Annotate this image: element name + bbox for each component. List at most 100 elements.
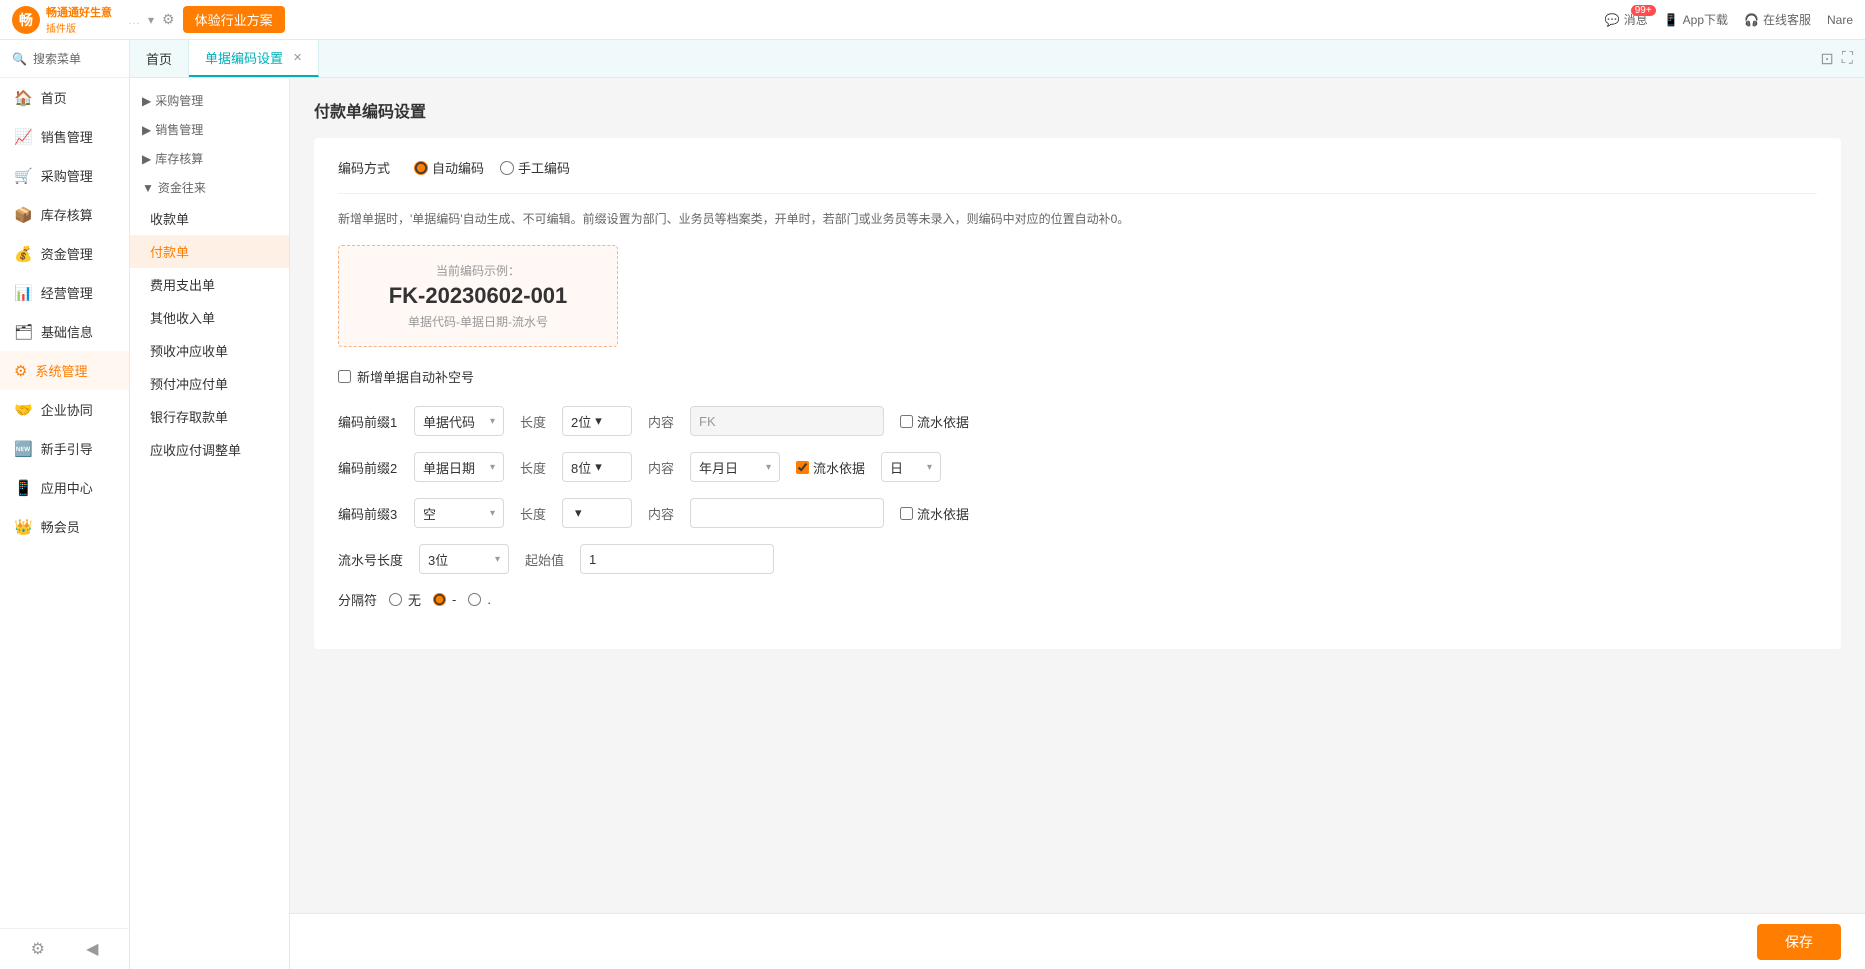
sub-item-advance-receivable[interactable]: 预收冲应收单 bbox=[130, 334, 289, 367]
sub-item-payment[interactable]: 付款单 bbox=[130, 235, 289, 268]
sidebar: 🔍 搜索菜单 🏠 首页 📈 销售管理 🛒 采购管理 📦 库存核算 💰 资金管理 … bbox=[0, 40, 130, 969]
tab-close-icon[interactable]: ✕ bbox=[293, 51, 302, 64]
sidebar-item-member[interactable]: 👑 畅会员 bbox=[0, 507, 129, 546]
sub-purchase-arrow: ▶ bbox=[142, 94, 151, 108]
sidebar-collapse-icon[interactable]: ◀ bbox=[86, 939, 98, 959]
sidebar-item-purchase[interactable]: 🛒 采购管理 bbox=[0, 156, 129, 195]
user-info[interactable]: Nare bbox=[1827, 13, 1853, 27]
serial-length-label: 流水号长度 bbox=[338, 550, 403, 569]
prefix2-length-select[interactable]: 8位 ▾ bbox=[562, 452, 632, 482]
sidebar-item-system[interactable]: ⚙ 系统管理 bbox=[0, 351, 129, 390]
prefix3-content-input[interactable] bbox=[690, 498, 884, 528]
sub-group-sales[interactable]: ▶ 销售管理 bbox=[130, 115, 289, 144]
sub-group-purchase[interactable]: ▶ 采购管理 bbox=[130, 86, 289, 115]
prefix2-stream-checkbox[interactable] bbox=[796, 461, 809, 474]
sep-dash-input[interactable] bbox=[433, 593, 446, 606]
prefix2-cycle-select[interactable]: 日 ▾ bbox=[881, 452, 941, 482]
serial-start-input[interactable] bbox=[580, 544, 774, 574]
sidebar-item-apps[interactable]: 📱 应用中心 bbox=[0, 468, 129, 507]
sub-item-bank-deposit[interactable]: 银行存取款单 bbox=[130, 400, 289, 433]
top-bar: 畅 畅通通好生意 插件版 … ▾ ⚙ 体验行业方案 💬 消息 99+ 📱 App… bbox=[0, 0, 1865, 40]
prefix3-row: 编码前缀3 空 ▾ 长度 ▾ 内容 bbox=[338, 498, 1817, 528]
prefix1-length-select[interactable]: 2位 ▾ bbox=[562, 406, 632, 436]
page-content: 付款单编码设置 编码方式 自动编码 bbox=[290, 78, 1865, 913]
separator-row: 分隔符 无 - . bbox=[338, 590, 1817, 609]
sub-item-expense[interactable]: 费用支出单 bbox=[130, 268, 289, 301]
sidebar-item-inventory[interactable]: 📦 库存核算 bbox=[0, 195, 129, 234]
prefix1-select[interactable]: 单据代码 ▾ bbox=[414, 406, 504, 436]
settings-icon[interactable]: ⚙ bbox=[162, 11, 175, 28]
sep-none-radio[interactable]: 无 bbox=[389, 590, 421, 609]
prefix2-content-select[interactable]: 年月日 ▾ bbox=[690, 452, 780, 482]
sub-group-inventory[interactable]: ▶ 库存核算 bbox=[130, 144, 289, 173]
sales-icon: 📈 bbox=[14, 128, 33, 146]
sidebar-item-sales[interactable]: 📈 销售管理 bbox=[0, 117, 129, 156]
logo-area: 畅 畅通通好生意 插件版 bbox=[12, 4, 112, 35]
download-icon: 📱 bbox=[1664, 13, 1679, 27]
page-title: 付款单编码设置 bbox=[314, 98, 1841, 122]
sub-item-advance-payable[interactable]: 预付冲应付单 bbox=[130, 367, 289, 400]
auto-fill-checkbox[interactable] bbox=[338, 370, 351, 383]
serial-start-label: 起始值 bbox=[525, 550, 564, 569]
preview-label: 当前编码示例： bbox=[363, 262, 593, 279]
sidebar-item-enterprise[interactable]: 🤝 企业协同 bbox=[0, 390, 129, 429]
trial-btn[interactable]: 体验行业方案 bbox=[183, 6, 285, 33]
sep-dot-radio[interactable]: . bbox=[468, 592, 491, 607]
prefix3-select[interactable]: 空 ▾ bbox=[414, 498, 504, 528]
prefix1-len-arrow-icon: ▾ bbox=[595, 413, 602, 429]
sidebar-bottom: ⚙ ◀ bbox=[0, 928, 129, 969]
logo-icon: 畅 bbox=[12, 6, 40, 34]
sidebar-item-home[interactable]: 🏠 首页 bbox=[0, 78, 129, 117]
page-wrapper: 付款单编码设置 编码方式 自动编码 bbox=[290, 78, 1865, 969]
sub-group-capital[interactable]: ▼ 资金往来 bbox=[130, 173, 289, 202]
sidebar-settings-icon[interactable]: ⚙ bbox=[31, 939, 45, 959]
sub-item-adjustment[interactable]: 应收应付调整单 bbox=[130, 433, 289, 466]
prefix1-stream-checkbox[interactable] bbox=[900, 415, 913, 428]
tab-home[interactable]: 首页 bbox=[130, 40, 189, 77]
content-area: ▶ 采购管理 ▶ 销售管理 ▶ 库存核算 ▼ 资金往来 收款单 付款单 费用支出… bbox=[130, 78, 1865, 969]
tab-expand-icon[interactable]: ⊡ bbox=[1820, 49, 1833, 69]
save-button[interactable]: 保存 bbox=[1757, 924, 1841, 960]
sidebar-item-guide[interactable]: 🆕 新手引导 bbox=[0, 429, 129, 468]
message-btn[interactable]: 💬 消息 99+ bbox=[1605, 11, 1648, 28]
prefix1-content-label: 内容 bbox=[648, 412, 674, 431]
top-bar-left: 畅 畅通通好生意 插件版 … ▾ ⚙ 体验行业方案 bbox=[12, 4, 1597, 35]
sidebar-item-basic[interactable]: 🗂 基础信息 bbox=[0, 312, 129, 351]
encode-method-radio-group: 自动编码 手工编码 bbox=[414, 158, 570, 177]
prefix1-row: 编码前缀1 单据代码 ▾ 长度 2位 ▾ 内容 bbox=[338, 406, 1817, 436]
main: 首页 单据编码设置 ✕ ⊡ ⛶ ▶ 采购管理 ▶ 销售管 bbox=[130, 40, 1865, 969]
prefix3-length-select[interactable]: ▾ bbox=[562, 498, 632, 528]
manual-encode-radio[interactable]: 手工编码 bbox=[500, 158, 570, 177]
prefix3-stream-label[interactable]: 流水依据 bbox=[900, 504, 969, 523]
sep-none-input[interactable] bbox=[389, 593, 402, 606]
auto-encode-radio[interactable]: 自动编码 bbox=[414, 158, 484, 177]
sidebar-search[interactable]: 🔍 搜索菜单 bbox=[0, 40, 129, 78]
auto-fill-label[interactable]: 新增单据自动补空号 bbox=[357, 367, 474, 386]
sidebar-item-operation[interactable]: 📊 经营管理 bbox=[0, 273, 129, 312]
guide-icon: 🆕 bbox=[14, 440, 33, 458]
serial-length-select[interactable]: 3位 ▾ bbox=[419, 544, 509, 574]
sub-item-receipt[interactable]: 收款单 bbox=[130, 202, 289, 235]
prefix2-stream-label[interactable]: 流水依据 bbox=[796, 458, 865, 477]
app-download-btn[interactable]: 📱 App下载 bbox=[1664, 11, 1728, 28]
operation-icon: 📊 bbox=[14, 284, 33, 302]
tab-encoding[interactable]: 单据编码设置 ✕ bbox=[189, 40, 319, 77]
top-bar-right: 💬 消息 99+ 📱 App下载 🎧 在线客服 Nare bbox=[1605, 11, 1853, 28]
prefix2-select[interactable]: 单据日期 ▾ bbox=[414, 452, 504, 482]
sub-item-other-income[interactable]: 其他收入单 bbox=[130, 301, 289, 334]
system-icon: ⚙ bbox=[14, 362, 27, 380]
prefix2-length-label: 长度 bbox=[520, 458, 546, 477]
sidebar-item-finance[interactable]: 💰 资金管理 bbox=[0, 234, 129, 273]
prefix1-length-label: 长度 bbox=[520, 412, 546, 431]
dropdown-arrow-icon[interactable]: ▾ bbox=[148, 13, 154, 27]
prefix2-content-label: 内容 bbox=[648, 458, 674, 477]
auto-encode-input[interactable] bbox=[414, 161, 428, 175]
sep-dot-input[interactable] bbox=[468, 593, 481, 606]
prefix1-stream-label[interactable]: 流水依据 bbox=[900, 412, 969, 431]
manual-encode-input[interactable] bbox=[500, 161, 514, 175]
online-service-btn[interactable]: 🎧 在线客服 bbox=[1744, 11, 1811, 28]
prefix3-stream-checkbox[interactable] bbox=[900, 507, 913, 520]
sep-dash-radio[interactable]: - bbox=[433, 592, 456, 607]
purchase-icon: 🛒 bbox=[14, 167, 33, 185]
tab-fullscreen-icon[interactable]: ⛶ bbox=[1842, 50, 1853, 68]
